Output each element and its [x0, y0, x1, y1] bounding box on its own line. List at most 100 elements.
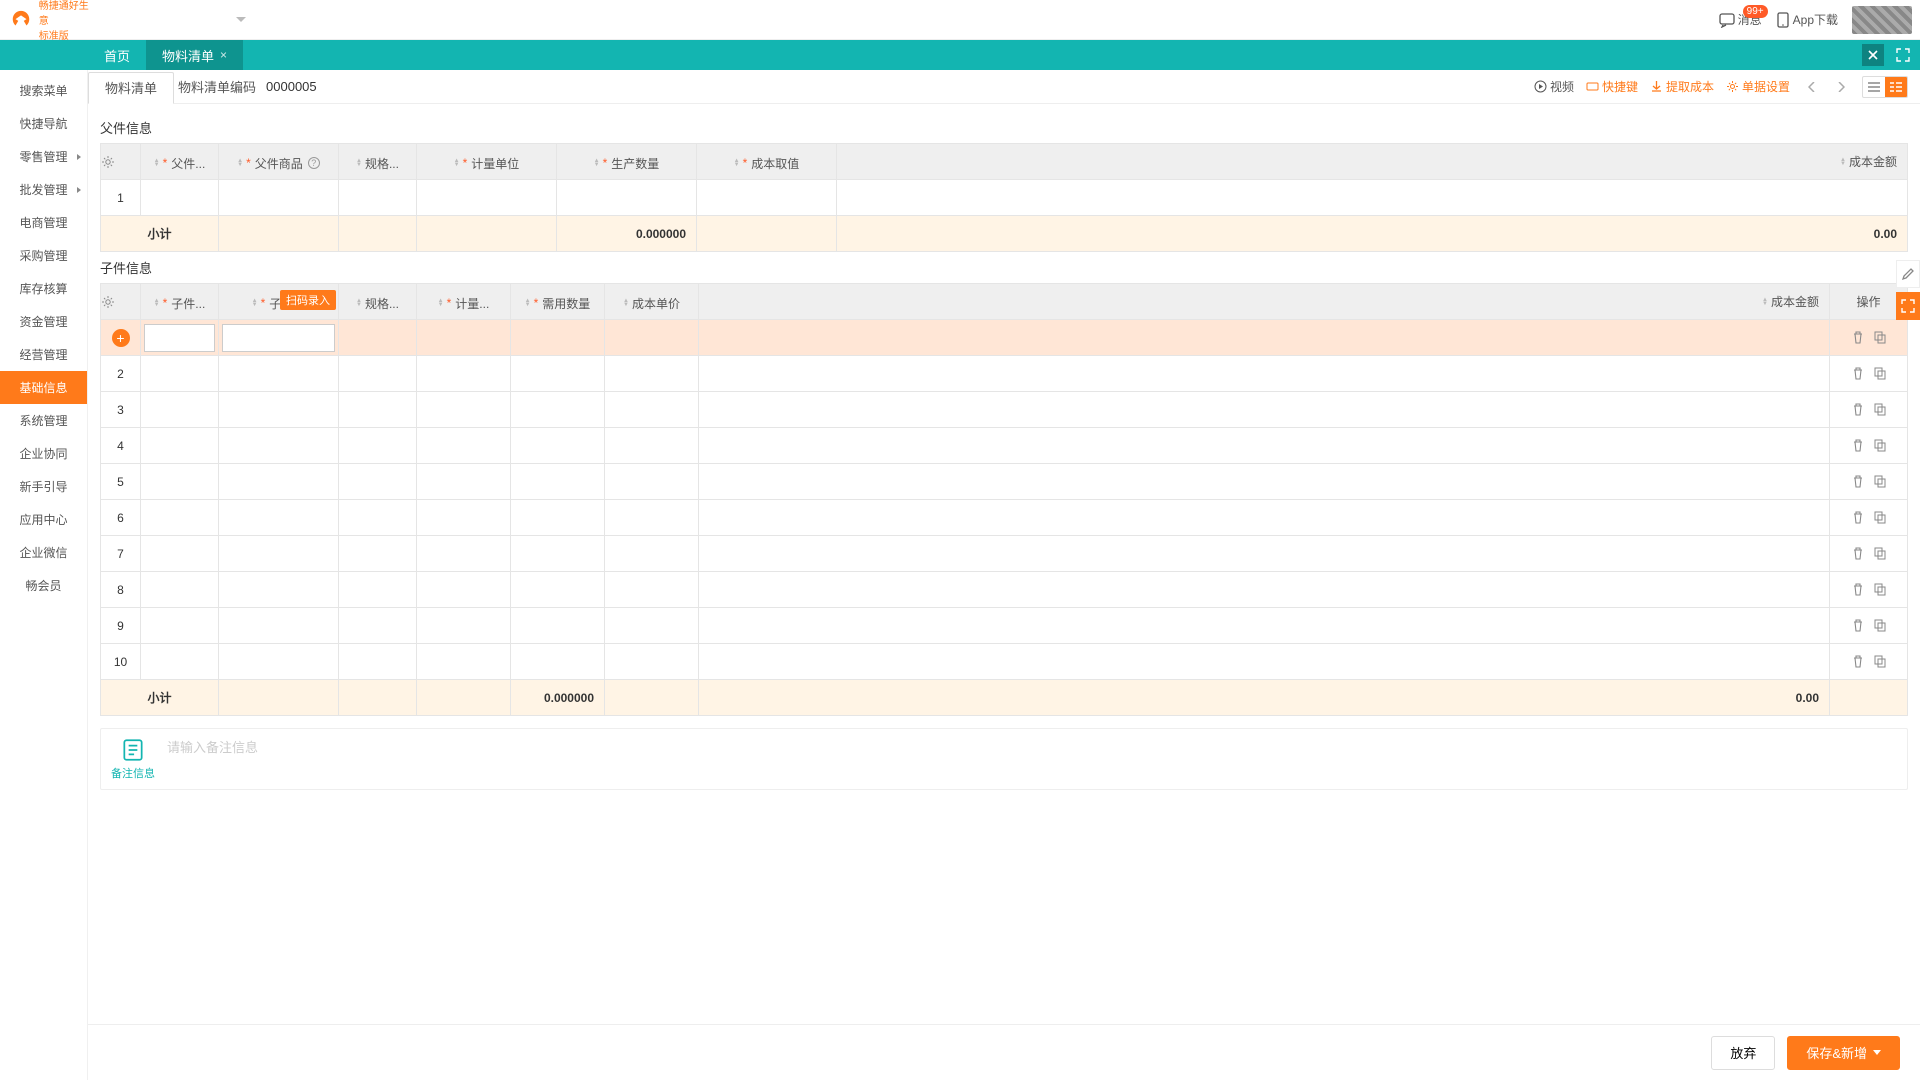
doc-setting-link[interactable]: 单据设置: [1726, 78, 1790, 95]
play-icon: [1534, 80, 1547, 93]
table-row[interactable]: 3: [101, 392, 1908, 428]
parent-col-qty[interactable]: ▲▼*生产数量: [557, 144, 697, 180]
parent-col-product[interactable]: ▲▼*父件商品?: [219, 144, 339, 180]
table-row[interactable]: 2: [101, 356, 1908, 392]
child-col-unit[interactable]: ▲▼*计量...: [417, 284, 511, 320]
table-row[interactable]: 6: [101, 500, 1908, 536]
float-edit-button[interactable]: [1896, 260, 1920, 288]
parent-col-costsrc[interactable]: ▲▼*成本取值: [697, 144, 837, 180]
parent-gear-header[interactable]: [101, 144, 141, 180]
sidebar-item[interactable]: 资金管理: [0, 305, 87, 338]
table-row[interactable]: 4: [101, 428, 1908, 464]
child-col-qty[interactable]: ▲▼*需用数量: [511, 284, 605, 320]
copy-row-icon[interactable]: [1874, 655, 1886, 668]
sidebar-item[interactable]: 企业协同: [0, 437, 87, 470]
help-icon[interactable]: ?: [308, 157, 320, 169]
child-gear-header[interactable]: [101, 284, 141, 320]
sidebar-item[interactable]: 采购管理: [0, 239, 87, 272]
child-col-amt[interactable]: ▲▼成本金额: [699, 284, 1830, 320]
save-new-button[interactable]: 保存&新增: [1787, 1036, 1900, 1070]
copy-row-icon[interactable]: [1874, 511, 1886, 524]
doc-code: 物料清单编码 0000005: [178, 77, 317, 96]
parent-col-code[interactable]: ▲▼*父件...: [141, 144, 219, 180]
close-icon[interactable]: ×: [220, 48, 227, 62]
copy-row-icon[interactable]: [1874, 331, 1886, 344]
delete-row-icon[interactable]: [1852, 583, 1864, 596]
child-code-input[interactable]: [144, 324, 215, 352]
delete-row-icon[interactable]: [1852, 547, 1864, 560]
child-subtotal-row: 小计0.0000000.00: [101, 680, 1908, 716]
fullscreen-button[interactable]: [1892, 44, 1914, 66]
copy-row-icon[interactable]: [1874, 367, 1886, 380]
next-button[interactable]: [1832, 78, 1850, 96]
video-link[interactable]: 视频: [1534, 78, 1574, 95]
child-col-spec[interactable]: ▲▼规格...: [339, 284, 417, 320]
tab-close-panel-button[interactable]: [1862, 44, 1884, 66]
table-row[interactable]: 5: [101, 464, 1908, 500]
child-product-input[interactable]: [222, 324, 335, 352]
sidebar-item[interactable]: 畅会员: [0, 569, 87, 602]
parent-col-unit[interactable]: ▲▼*计量单位: [417, 144, 557, 180]
sidebar-item[interactable]: 应用中心: [0, 503, 87, 536]
table-row[interactable]: 7: [101, 536, 1908, 572]
table-row[interactable]: 1: [101, 180, 1908, 216]
copy-row-icon[interactable]: [1874, 583, 1886, 596]
workspace-selector[interactable]: [96, 6, 296, 34]
copy-row-icon[interactable]: [1874, 403, 1886, 416]
tab-bom[interactable]: 物料清单 ×: [146, 40, 243, 70]
copy-row-icon[interactable]: [1874, 547, 1886, 560]
table-row[interactable]: 10: [101, 644, 1908, 680]
child-col-product[interactable]: ▲▼*子件商 扫码录入: [219, 284, 339, 320]
hotkey-link[interactable]: 快捷键: [1586, 78, 1638, 95]
copy-row-icon[interactable]: [1874, 475, 1886, 488]
copy-row-icon[interactable]: [1874, 439, 1886, 452]
avatar[interactable]: [1852, 6, 1912, 34]
parent-section-title: 父件信息: [100, 118, 1908, 137]
table-row[interactable]: 9: [101, 608, 1908, 644]
sidebar-item[interactable]: 经营管理: [0, 338, 87, 371]
delete-row-icon[interactable]: [1852, 619, 1864, 632]
scan-input-badge[interactable]: 扫码录入: [280, 290, 336, 310]
parent-col-spec[interactable]: ▲▼规格...: [339, 144, 417, 180]
sidebar-item[interactable]: 新手引导: [0, 470, 87, 503]
remark-input[interactable]: [167, 737, 1897, 777]
extract-cost-link[interactable]: 提取成本: [1650, 78, 1714, 95]
child-col-price[interactable]: ▲▼成本单价: [605, 284, 699, 320]
app-download-button[interactable]: App下载: [1776, 11, 1838, 28]
cancel-button[interactable]: 放弃: [1711, 1036, 1775, 1070]
delete-row-icon[interactable]: [1852, 331, 1864, 344]
add-row-button[interactable]: +: [112, 329, 130, 347]
parent-col-amt[interactable]: ▲▼成本金额: [837, 144, 1908, 180]
sidebar-item[interactable]: 电商管理: [0, 206, 87, 239]
copy-row-icon[interactable]: [1874, 619, 1886, 632]
delete-row-icon[interactable]: [1852, 367, 1864, 380]
sidebar-item[interactable]: 库存核算: [0, 272, 87, 305]
child-col-code[interactable]: ▲▼*子件...: [141, 284, 219, 320]
delete-row-icon[interactable]: [1852, 439, 1864, 452]
float-expand-button[interactable]: [1896, 292, 1920, 320]
sidebar-item[interactable]: 快捷导航: [0, 107, 87, 140]
sidebar-item[interactable]: 搜索菜单: [0, 74, 87, 107]
delete-row-icon[interactable]: [1852, 403, 1864, 416]
form-tab-bom[interactable]: 物料清单: [88, 72, 174, 104]
delete-row-icon[interactable]: [1852, 475, 1864, 488]
tab-home[interactable]: 首页: [88, 40, 146, 70]
table-row[interactable]: 8: [101, 572, 1908, 608]
delete-row-icon[interactable]: [1852, 511, 1864, 524]
sidebar-item[interactable]: 系统管理: [0, 404, 87, 437]
prev-button[interactable]: [1802, 78, 1820, 96]
topbar: 畅捷通好生意 标准版 消息 99+ App下载: [0, 0, 1920, 40]
delete-row-icon[interactable]: [1852, 655, 1864, 668]
parent-subtotal-qty: 0.000000: [557, 216, 697, 252]
message-icon: [1719, 12, 1735, 28]
sidebar-item[interactable]: 批发管理: [0, 173, 87, 206]
sidebar-item[interactable]: 企业微信: [0, 536, 87, 569]
view-form-button[interactable]: [1885, 77, 1907, 97]
sidebar-item[interactable]: 零售管理: [0, 140, 87, 173]
phone-icon: [1776, 12, 1790, 28]
table-row[interactable]: +: [101, 320, 1908, 356]
sidebar-item[interactable]: 基础信息: [0, 371, 87, 404]
messages-button[interactable]: 消息 99+: [1719, 11, 1762, 28]
top-actions: 消息 99+ App下载: [1719, 6, 1912, 34]
view-list-button[interactable]: [1863, 77, 1885, 97]
